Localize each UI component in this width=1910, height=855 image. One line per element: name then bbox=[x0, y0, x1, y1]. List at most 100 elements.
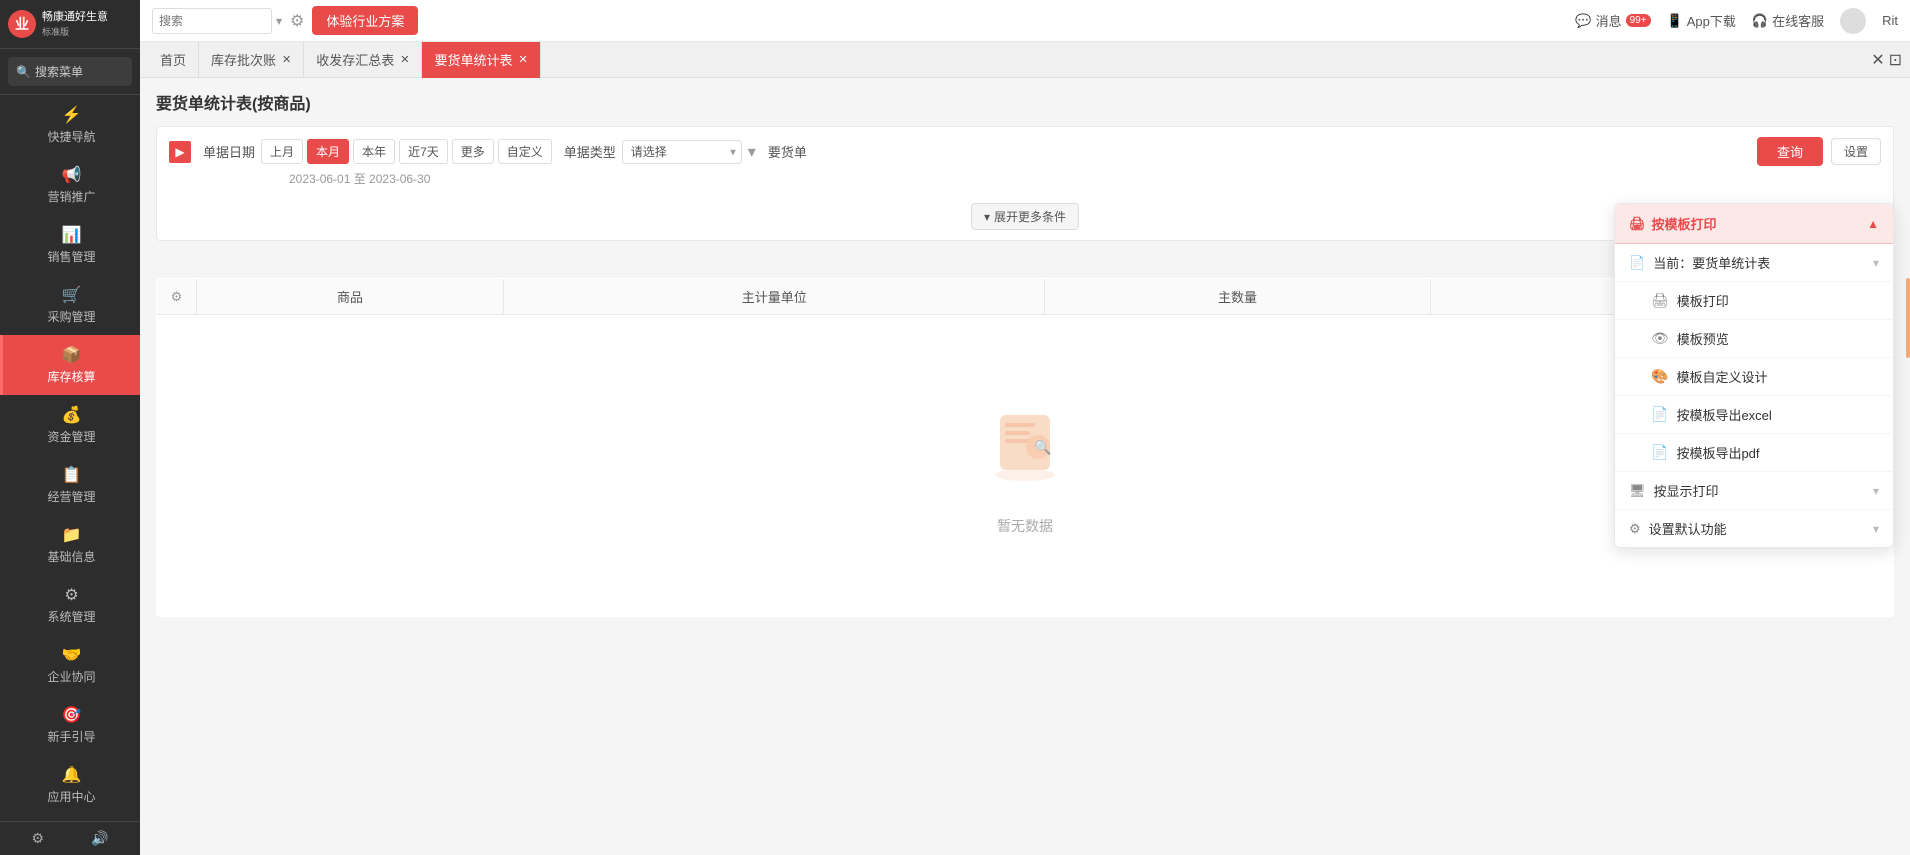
dropdown-item-template-print[interactable]: 🖨 模板打印 bbox=[1615, 282, 1893, 320]
date-label: 单据日期 bbox=[203, 142, 255, 161]
template-custom-label: 模板自定义设计 bbox=[1676, 367, 1767, 386]
sidebar-settings-button[interactable]: ⚙ bbox=[32, 830, 45, 847]
dropdown-default-left: ⚙ 设置默认功能 bbox=[1629, 519, 1727, 538]
tab-receive-summary-close[interactable]: ✕ bbox=[400, 53, 409, 66]
filter-settings-button[interactable]: 设置 bbox=[1831, 138, 1881, 165]
dropdown-display-print[interactable]: 🖥 按显示打印 ▾ bbox=[1615, 472, 1893, 510]
page-title: 要货单统计表(按商品) bbox=[156, 90, 1894, 114]
tab-inventory-batch[interactable]: 库存批次账 ✕ bbox=[199, 42, 304, 78]
messages-item[interactable]: 💬 消息 99+ bbox=[1575, 11, 1650, 30]
dropdown-chevron-up-icon[interactable]: ▲ bbox=[1867, 217, 1879, 231]
default-settings-icon: ⚙ bbox=[1629, 521, 1641, 537]
sidebar: 业 畅康通好生意 标准版 🔍 搜索菜单 ⚡ 快捷导航 📢 营销推广 📊 销售管理… bbox=[0, 0, 140, 855]
sidebar-item-label: 销售管理 bbox=[47, 248, 95, 265]
app-download-item[interactable]: 📱 App下载 bbox=[1667, 11, 1736, 30]
sidebar-item-basic[interactable]: 📁 基础信息 bbox=[0, 515, 140, 575]
topbar-gear-icon[interactable]: ⚙ bbox=[290, 11, 304, 31]
type-select[interactable]: 请选择 bbox=[622, 140, 742, 164]
expand-label: 展开更多条件 bbox=[994, 208, 1066, 225]
tab-inventory-batch-close[interactable]: ✕ bbox=[282, 53, 291, 66]
sidebar-item-label: 新手引导 bbox=[47, 728, 95, 745]
sidebar-item-system[interactable]: ⚙ 系统管理 bbox=[0, 575, 140, 635]
col-settings-icon[interactable]: ⚙ bbox=[171, 289, 183, 304]
date-btn-more[interactable]: 更多 bbox=[452, 139, 494, 164]
sidebar-item-guide[interactable]: 🎯 新手引导 bbox=[0, 695, 140, 755]
logo-icon: 业 bbox=[8, 10, 36, 38]
col-quantity-label: 主数量 bbox=[1218, 290, 1257, 305]
filter-arrow-button[interactable]: ▶ bbox=[169, 141, 191, 163]
tab-home[interactable]: 首页 bbox=[148, 42, 199, 78]
template-preview-icon: 👁 bbox=[1651, 330, 1669, 347]
basic-icon: 📁 bbox=[62, 525, 82, 545]
sidebar-item-purchase[interactable]: 🛒 采购管理 bbox=[0, 275, 140, 335]
query-button[interactable]: 查询 bbox=[1757, 137, 1823, 166]
col-unit-label: 主计量单位 bbox=[742, 290, 807, 305]
date-btn-prev-month[interactable]: 上月 bbox=[261, 139, 303, 164]
dropdown-current-left: 📄 当前：要货单统计表 bbox=[1629, 253, 1770, 272]
trial-button[interactable]: 体验行业方案 bbox=[312, 6, 418, 35]
default-settings-chevron: ▾ bbox=[1873, 522, 1879, 536]
appstore-icon: 🔔 bbox=[62, 765, 82, 785]
dropdown-default-settings[interactable]: ⚙ 设置默认功能 ▾ bbox=[1615, 510, 1893, 547]
date-btn-current-month[interactable]: 本月 bbox=[307, 139, 349, 164]
topbar-search-input[interactable] bbox=[152, 8, 272, 34]
template-custom-icon: 🎨 bbox=[1651, 368, 1668, 385]
avatar[interactable] bbox=[1840, 8, 1866, 34]
dropdown-printer-icon: 🖨 bbox=[1629, 216, 1646, 232]
tab-order-stats-label: 要货单统计表 bbox=[434, 50, 512, 69]
dropdown-current-item[interactable]: 📄 当前：要货单统计表 ▾ bbox=[1615, 244, 1893, 282]
message-icon: 💬 bbox=[1575, 13, 1591, 29]
sidebar-search-section: 🔍 搜索菜单 bbox=[0, 49, 140, 95]
dropdown-item-template-custom[interactable]: 🎨 模板自定义设计 bbox=[1615, 358, 1893, 396]
date-btn-current-year[interactable]: 本年 bbox=[353, 139, 395, 164]
sidebar-speaker-button[interactable]: 🔊 bbox=[91, 830, 108, 847]
date-btn-custom[interactable]: 自定义 bbox=[498, 139, 552, 164]
dropdown-item-template-pdf[interactable]: 📄 按模板导出pdf bbox=[1615, 434, 1893, 472]
expand-filter-button[interactable]: ▾ 展开更多条件 bbox=[971, 203, 1079, 230]
tabs-bar-right: ✕ ⊡ bbox=[1871, 50, 1902, 70]
tab-home-label: 首页 bbox=[160, 50, 186, 69]
sidebar-item-label: 营销推广 bbox=[47, 188, 95, 205]
search-menu-button[interactable]: 🔍 搜索菜单 bbox=[8, 57, 132, 86]
system-icon: ⚙ bbox=[64, 585, 78, 605]
filter-row-1: ▶ 单据日期 上月 本月 本年 近7天 更多 自定义 单据类型 bbox=[169, 137, 1881, 166]
tab-order-stats[interactable]: 要货单统计表 ✕ bbox=[422, 42, 540, 78]
sidebar-item-operation[interactable]: 📋 经营管理 bbox=[0, 455, 140, 515]
sidebar-item-label: 基础信息 bbox=[47, 548, 95, 565]
topbar-left: ▾ ⚙ 体验行业方案 bbox=[152, 6, 418, 35]
sidebar-item-marketing[interactable]: 📢 营销推广 bbox=[0, 155, 140, 215]
sidebar-item-finance[interactable]: 💰 资金管理 bbox=[0, 395, 140, 455]
marketing-icon: 📢 bbox=[62, 165, 82, 185]
dropdown-header-left: 🖨 按模板打印 bbox=[1629, 214, 1717, 233]
online-service-item[interactable]: 🎧 在线客服 bbox=[1752, 11, 1824, 30]
sidebar-item-enterprise[interactable]: 🤝 企业协同 bbox=[0, 635, 140, 695]
topbar-right: 💬 消息 99+ 📱 App下载 🎧 在线客服 Rit bbox=[1575, 8, 1898, 34]
sidebar-item-inventory[interactable]: 📦 库存核算 bbox=[0, 335, 140, 395]
sidebar-item-shortcut[interactable]: ⚡ 快捷导航 bbox=[0, 95, 140, 155]
template-excel-icon: 📄 bbox=[1651, 406, 1668, 423]
template-pdf-icon: 📄 bbox=[1651, 444, 1668, 461]
tab-order-stats-close[interactable]: ✕ bbox=[519, 53, 528, 66]
phone-icon: 📱 bbox=[1667, 13, 1683, 29]
display-print-label: 按显示打印 bbox=[1654, 481, 1719, 500]
dropdown-item-template-excel[interactable]: 📄 按模板导出excel bbox=[1615, 396, 1893, 434]
empty-icon: 🔍 bbox=[980, 395, 1070, 504]
template-print-icon: 🖨 bbox=[1651, 292, 1669, 309]
enterprise-icon: 🤝 bbox=[62, 645, 82, 665]
date-btn-last-7days[interactable]: 近7天 bbox=[399, 139, 448, 164]
logo: 业 畅康通好生意 标准版 bbox=[0, 0, 140, 49]
sidebar-item-label: 应用中心 bbox=[47, 788, 95, 805]
dropdown-item-template-preview[interactable]: 👁 模板预览 bbox=[1615, 320, 1893, 358]
sidebar-item-appstore[interactable]: 🔔 应用中心 bbox=[0, 755, 140, 815]
tab-close-button[interactable]: ✕ bbox=[1871, 50, 1884, 70]
col-product-label: 商品 bbox=[337, 290, 363, 305]
tab-expand-button[interactable]: ⊡ bbox=[1889, 50, 1902, 70]
order-status-label: 要货单 bbox=[768, 142, 807, 161]
empty-text: 暂无数据 bbox=[997, 516, 1053, 536]
print-dropdown: 🖨 按模板打印 ▲ 📄 当前：要货单统计表 ▾ 🖨 模板打印 👁 bbox=[1614, 203, 1894, 548]
topbar-search-area: ▾ bbox=[152, 8, 282, 34]
sidebar-item-sales[interactable]: 📊 销售管理 bbox=[0, 215, 140, 275]
sidebar-item-label: 企业协同 bbox=[47, 668, 95, 685]
topbar-chevron-icon[interactable]: ▾ bbox=[276, 14, 282, 28]
tab-receive-summary[interactable]: 收发存汇总表 ✕ bbox=[304, 42, 422, 78]
